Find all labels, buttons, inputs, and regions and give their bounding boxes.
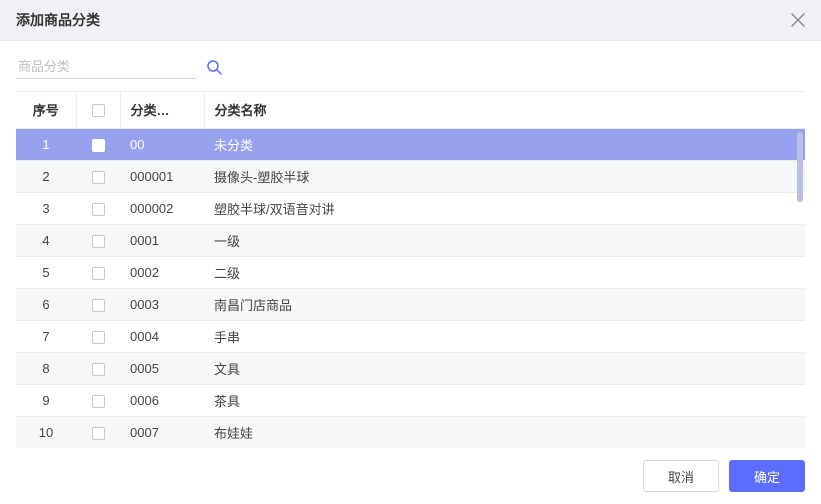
- row-checkbox[interactable]: [92, 395, 105, 408]
- cell-checkbox: [76, 128, 120, 160]
- cell-name: 茶具: [204, 384, 805, 416]
- cell-name: 文具: [204, 352, 805, 384]
- col-header-index: 序号: [16, 92, 76, 128]
- dialog-header: 添加商品分类: [0, 0, 821, 41]
- row-checkbox[interactable]: [92, 171, 105, 184]
- close-icon[interactable]: [791, 13, 805, 27]
- row-checkbox[interactable]: [92, 363, 105, 376]
- cell-checkbox: [76, 384, 120, 416]
- cell-code: 000001: [120, 160, 204, 192]
- cell-index: 10: [16, 416, 76, 448]
- table-scroll[interactable]: 序号 分类… 分类名称 1 00未分类 2 000001摄像头-塑胶半球 3 000002…: [16, 92, 805, 448]
- row-checkbox[interactable]: [92, 427, 105, 440]
- cell-code: 0003: [120, 288, 204, 320]
- row-checkbox[interactable]: [92, 331, 105, 344]
- cell-code: 0002: [120, 256, 204, 288]
- table-row[interactable]: 1 00未分类: [16, 128, 805, 160]
- cell-index: 5: [16, 256, 76, 288]
- cell-code: 0001: [120, 224, 204, 256]
- cell-checkbox: [76, 192, 120, 224]
- cell-index: 6: [16, 288, 76, 320]
- cell-code: 000002: [120, 192, 204, 224]
- row-checkbox[interactable]: [92, 139, 105, 152]
- add-category-dialog: 添加商品分类 序号: [0, 0, 821, 504]
- cell-name: 塑胶半球/双语音对讲: [204, 192, 805, 224]
- table-row[interactable]: 2 000001摄像头-塑胶半球: [16, 160, 805, 192]
- cancel-button[interactable]: 取消: [643, 460, 719, 492]
- dialog-body: 序号 分类… 分类名称 1 00未分类 2 000001摄像头-塑胶半球 3 000002…: [0, 41, 821, 448]
- table-row[interactable]: 6 0003南昌门店商品: [16, 288, 805, 320]
- cell-name: 未分类: [204, 128, 805, 160]
- cell-index: 3: [16, 192, 76, 224]
- cell-code: 0004: [120, 320, 204, 352]
- search-icon[interactable]: [206, 59, 222, 75]
- cell-name: 手串: [204, 320, 805, 352]
- cell-checkbox: [76, 352, 120, 384]
- cell-index: 4: [16, 224, 76, 256]
- row-checkbox[interactable]: [92, 235, 105, 248]
- category-table: 序号 分类… 分类名称 1 00未分类 2 000001摄像头-塑胶半球 3 000002…: [16, 92, 805, 448]
- cell-checkbox: [76, 256, 120, 288]
- table-row[interactable]: 10 0007布娃娃: [16, 416, 805, 448]
- cell-index: 2: [16, 160, 76, 192]
- vertical-scrollbar-thumb[interactable]: [797, 132, 803, 202]
- cell-checkbox: [76, 288, 120, 320]
- cell-checkbox: [76, 416, 120, 448]
- table-wrap: 序号 分类… 分类名称 1 00未分类 2 000001摄像头-塑胶半球 3 000002…: [16, 91, 805, 448]
- dialog-footer: 取消 确定: [0, 448, 821, 504]
- row-checkbox[interactable]: [92, 267, 105, 280]
- col-header-name: 分类名称: [204, 92, 805, 128]
- select-all-checkbox[interactable]: [92, 104, 105, 117]
- cell-checkbox: [76, 320, 120, 352]
- cell-index: 9: [16, 384, 76, 416]
- dialog-title: 添加商品分类: [16, 10, 100, 30]
- cell-code: 0005: [120, 352, 204, 384]
- table-row[interactable]: 9 0006茶具: [16, 384, 805, 416]
- cell-name: 摄像头-塑胶半球: [204, 160, 805, 192]
- search-input[interactable]: [16, 55, 196, 79]
- col-header-checkbox: [76, 92, 120, 128]
- cell-name: 二级: [204, 256, 805, 288]
- col-header-code: 分类…: [120, 92, 204, 128]
- table-row[interactable]: 4 0001一级: [16, 224, 805, 256]
- cell-index: 1: [16, 128, 76, 160]
- row-checkbox[interactable]: [92, 299, 105, 312]
- table-row[interactable]: 8 0005文具: [16, 352, 805, 384]
- cell-name: 南昌门店商品: [204, 288, 805, 320]
- row-checkbox[interactable]: [92, 203, 105, 216]
- table-row[interactable]: 7 0004手串: [16, 320, 805, 352]
- cell-name: 布娃娃: [204, 416, 805, 448]
- cell-checkbox: [76, 224, 120, 256]
- cell-code: 0007: [120, 416, 204, 448]
- table-row[interactable]: 3 000002塑胶半球/双语音对讲: [16, 192, 805, 224]
- cell-index: 8: [16, 352, 76, 384]
- cell-name: 一级: [204, 224, 805, 256]
- table-row[interactable]: 5 0002二级: [16, 256, 805, 288]
- cell-index: 7: [16, 320, 76, 352]
- cell-code: 0006: [120, 384, 204, 416]
- cell-checkbox: [76, 160, 120, 192]
- cell-code: 00: [120, 128, 204, 160]
- confirm-button[interactable]: 确定: [729, 460, 805, 492]
- search-row: [16, 55, 805, 79]
